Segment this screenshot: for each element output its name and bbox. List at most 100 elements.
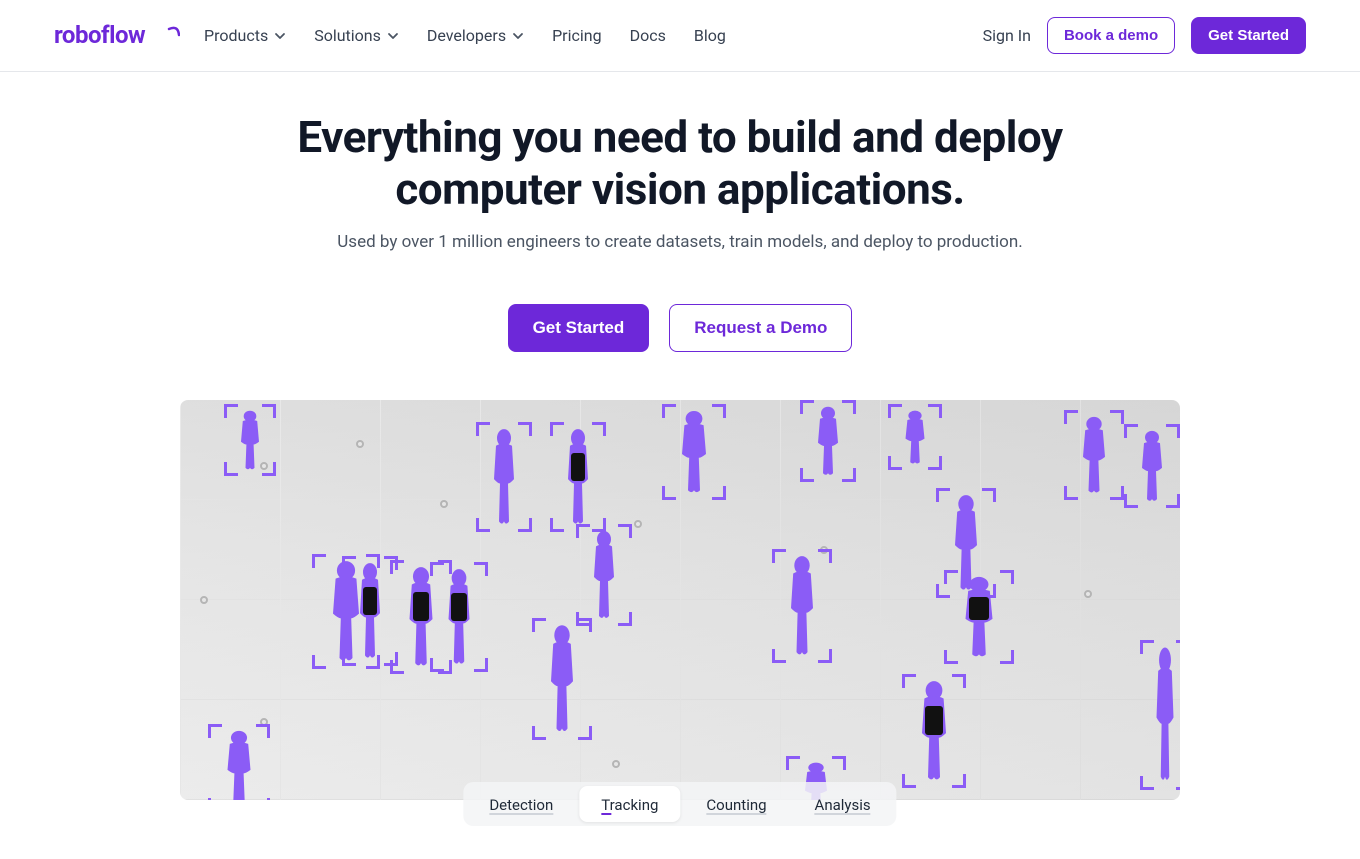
bbox-corner-icon bbox=[224, 462, 238, 476]
nav-label: Docs bbox=[630, 26, 666, 45]
tab-underline bbox=[706, 813, 766, 815]
bbox-corner-icon bbox=[1166, 424, 1180, 438]
bbox-corner-icon bbox=[474, 658, 488, 672]
bounding-box-icon bbox=[1064, 410, 1124, 500]
nav-item-blog[interactable]: Blog bbox=[694, 26, 726, 45]
bbox-corner-icon bbox=[772, 649, 786, 663]
bounding-box-icon bbox=[944, 570, 1014, 664]
bounding-box-icon bbox=[532, 618, 592, 740]
detected-person bbox=[484, 428, 524, 528]
bbox-corner-icon bbox=[550, 518, 564, 532]
bbox-corner-icon bbox=[256, 798, 270, 800]
bbox-corner-icon bbox=[256, 724, 270, 738]
bbox-corner-icon bbox=[772, 549, 786, 563]
nav-label: Blog bbox=[694, 26, 726, 45]
bbox-corner-icon bbox=[1140, 640, 1154, 654]
tab-label: Analysis bbox=[815, 796, 871, 814]
tab-underline bbox=[601, 813, 611, 815]
bbox-corner-icon bbox=[952, 674, 966, 688]
nav-item-pricing[interactable]: Pricing bbox=[552, 26, 602, 45]
detected-person bbox=[438, 568, 480, 668]
bbox-corner-icon bbox=[1110, 486, 1124, 500]
bbox-corner-icon bbox=[818, 649, 832, 663]
floor-marker-icon bbox=[356, 440, 364, 448]
detected-person bbox=[540, 624, 584, 736]
bbox-corner-icon bbox=[662, 486, 676, 500]
bbox-corner-icon bbox=[832, 756, 846, 770]
get-started-button[interactable]: Get Started bbox=[1191, 17, 1306, 54]
bounding-box-icon bbox=[800, 400, 856, 482]
chevron-down-icon bbox=[387, 30, 399, 42]
signin-link[interactable]: Sign In bbox=[983, 26, 1031, 45]
tab-analysis[interactable]: Analysis bbox=[793, 786, 893, 822]
bbox-corner-icon bbox=[1166, 494, 1180, 508]
brand-logo[interactable]: roboflow bbox=[54, 23, 180, 49]
tab-tracking[interactable]: Tracking bbox=[579, 786, 680, 822]
header-right: Sign In Book a demo Get Started bbox=[983, 17, 1306, 54]
hero-section: Everything you need to build and deploy … bbox=[0, 72, 1360, 800]
bbox-corner-icon bbox=[518, 422, 532, 436]
bbox-corner-icon bbox=[712, 404, 726, 418]
bbox-corner-icon bbox=[944, 570, 958, 584]
bbox-corner-icon bbox=[576, 612, 590, 626]
bbox-corner-icon bbox=[518, 518, 532, 532]
bbox-corner-icon bbox=[262, 404, 276, 418]
site-header: roboflow Products Solutions Developers bbox=[0, 0, 1360, 72]
svg-text:roboflow: roboflow bbox=[54, 23, 146, 49]
hero-visual bbox=[180, 400, 1180, 800]
bbox-corner-icon bbox=[262, 462, 276, 476]
detected-person bbox=[670, 410, 718, 496]
bbox-corner-icon bbox=[662, 404, 676, 418]
bbox-corner-icon bbox=[888, 404, 902, 418]
bbox-corner-icon bbox=[1124, 494, 1138, 508]
bbox-corner-icon bbox=[208, 798, 222, 800]
floor-marker-icon bbox=[1084, 590, 1092, 598]
bbox-corner-icon bbox=[618, 524, 632, 538]
nav-item-solutions[interactable]: Solutions bbox=[314, 26, 399, 45]
bbox-corner-icon bbox=[1000, 570, 1014, 584]
detected-person bbox=[952, 576, 1006, 660]
bbox-corner-icon bbox=[902, 674, 916, 688]
hero-visual-wrap: Detection Tracking Counting Analysis bbox=[180, 400, 1180, 800]
bbox-corner-icon bbox=[532, 726, 546, 740]
bbox-corner-icon bbox=[592, 422, 606, 436]
bbox-corner-icon bbox=[712, 486, 726, 500]
bbox-corner-icon bbox=[1124, 424, 1138, 438]
hero-subtitle: Used by over 1 million engineers to crea… bbox=[0, 232, 1360, 252]
floor-marker-icon bbox=[634, 520, 642, 528]
detected-person bbox=[910, 680, 958, 784]
detected-person bbox=[558, 428, 598, 528]
hero-cta-row: Get Started Request a Demo bbox=[0, 304, 1360, 352]
bbox-corner-icon bbox=[1140, 776, 1154, 790]
header-left: roboflow Products Solutions Developers bbox=[54, 23, 726, 49]
nav-label: Developers bbox=[427, 26, 506, 45]
floor-marker-icon bbox=[612, 760, 620, 768]
nav-label: Pricing bbox=[552, 26, 602, 45]
bbox-corner-icon bbox=[342, 652, 356, 666]
detected-person bbox=[808, 406, 848, 478]
bounding-box-icon bbox=[576, 524, 632, 626]
nav-item-developers[interactable]: Developers bbox=[427, 26, 524, 45]
bbox-corner-icon bbox=[800, 400, 814, 414]
detected-person bbox=[896, 410, 934, 466]
bbox-corner-icon bbox=[476, 518, 490, 532]
bbox-corner-icon bbox=[818, 549, 832, 563]
floor-marker-icon bbox=[440, 500, 448, 508]
bounding-box-icon bbox=[224, 404, 276, 476]
nav-label: Solutions bbox=[314, 26, 381, 45]
tab-detection[interactable]: Detection bbox=[467, 786, 575, 822]
bounding-box-icon bbox=[550, 422, 606, 532]
bounding-box-icon bbox=[888, 404, 942, 470]
bbox-corner-icon bbox=[1176, 640, 1180, 654]
hero-get-started-button[interactable]: Get Started bbox=[508, 304, 650, 352]
hero-request-demo-button[interactable]: Request a Demo bbox=[669, 304, 852, 352]
book-demo-button[interactable]: Book a demo bbox=[1047, 17, 1175, 54]
bbox-corner-icon bbox=[474, 562, 488, 576]
bbox-corner-icon bbox=[312, 554, 326, 568]
tab-counting[interactable]: Counting bbox=[684, 786, 788, 822]
nav-item-docs[interactable]: Docs bbox=[630, 26, 666, 45]
chevron-down-icon bbox=[512, 30, 524, 42]
bounding-box-icon bbox=[902, 674, 966, 788]
detected-person bbox=[1072, 416, 1116, 496]
nav-item-products[interactable]: Products bbox=[204, 26, 286, 45]
